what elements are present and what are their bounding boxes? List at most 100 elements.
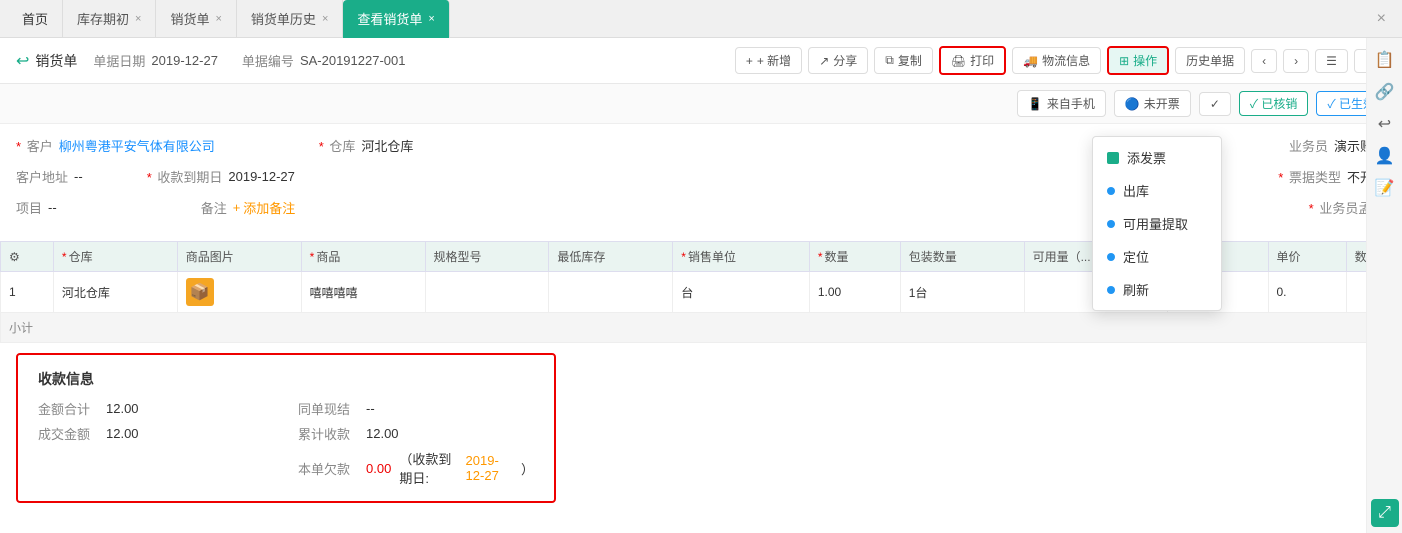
payment-due-value: 0.00 [366, 461, 391, 476]
payment-deal-row: 成交金额 12.00 [38, 424, 274, 443]
payment-date-value: 2019-12-27 [228, 169, 295, 184]
toolbar: + + 新增 ↗ 分享 ⧉ 复制 🖨 打印 🚚 物流信息 ⊞ 操作 [735, 46, 1386, 75]
refresh-label: 刷新 [1123, 280, 1149, 299]
not-open-label: 未开票 [1144, 95, 1180, 112]
available-qty-icon [1107, 220, 1115, 228]
history-label: 历史单据 [1186, 52, 1234, 69]
sidebar-icon-5[interactable]: 📝 [1371, 174, 1399, 202]
outbound-label: 出库 [1123, 181, 1149, 200]
copy-icon: ⧉ [885, 53, 894, 68]
col-settings: ⚙ [1, 242, 54, 272]
sidebar-icon-3[interactable]: ↩ [1371, 110, 1399, 138]
dropdown-available-qty[interactable]: 可用量提取 [1093, 207, 1221, 240]
subtotal-row: 小计 [1, 313, 1402, 343]
verified-label: 已核销 [1261, 97, 1297, 111]
tab-sales-history-label: 销货单历史 [251, 9, 316, 28]
sub-toolbar: 📱 来自手机 🔵 未开票 ✓ ✓ 已核销 ✓ 已生效 [0, 84, 1402, 124]
check-icon: ✓ [1210, 97, 1220, 111]
print-button[interactable]: 🖨 打印 [939, 46, 1006, 75]
dropdown-refresh[interactable]: 刷新 [1093, 273, 1221, 306]
row-img: 📦 [177, 272, 301, 313]
col-price: 单价 [1268, 242, 1346, 272]
col-spec: 规格型号 [425, 242, 549, 272]
doc-date-field: 单据日期 2019-12-27 [93, 51, 218, 70]
tab-sales-close[interactable]: × [215, 13, 221, 25]
tab-home[interactable]: 首页 [8, 0, 63, 38]
prev-button[interactable]: ‹ [1251, 49, 1277, 73]
not-open-button[interactable]: 🔵 未开票 [1114, 90, 1191, 117]
staff2-label: * 业务员孟 [1309, 198, 1372, 217]
tab-view-sales[interactable]: 查看销货单 × [343, 0, 449, 38]
ops-button[interactable]: ⊞ 操作 [1107, 46, 1169, 75]
fullscreen-button[interactable]: ⤢ [1371, 499, 1399, 527]
payment-due-label: 本单欠款 [298, 459, 358, 478]
from-phone-button[interactable]: 📱 来自手机 [1017, 90, 1106, 117]
main-area: ↩ 销货单 单据日期 2019-12-27 单据编号 SA-20191227-0… [0, 38, 1402, 533]
payment-due-date: 2019-12-27 [466, 453, 513, 483]
share-button[interactable]: ↗ 分享 [808, 47, 868, 74]
add-button[interactable]: + + 新增 [735, 47, 802, 74]
tab-bar: 首页 库存期初 × 销货单 × 销货单历史 × 查看销货单 × × [0, 0, 1402, 38]
payment-deal-value: 12.00 [106, 426, 139, 441]
col-min-stock: 最低库存 [549, 242, 673, 272]
doc-title: ↩ 销货单 [16, 51, 77, 71]
verified-badge: ✓ 已核销 [1239, 91, 1309, 116]
col-pkg: 包装数量 [900, 242, 1024, 272]
sidebar-icon-2[interactable]: 🔗 [1371, 78, 1399, 106]
logistics-button[interactable]: 🚚 物流信息 [1012, 47, 1101, 74]
sales-order-icon: ↩ [16, 51, 29, 71]
history-button[interactable]: 历史单据 [1175, 47, 1245, 74]
tab-home-label: 首页 [22, 9, 48, 28]
tab-sales-history-close[interactable]: × [322, 13, 328, 25]
payment-due-row: 本单欠款 0.00 （收款到期日: 2019-12-27 ） [298, 449, 534, 487]
dropdown-locate[interactable]: 定位 [1093, 240, 1221, 273]
payment-info-box: 收款信息 金额合计 12.00 同单现结 -- 成交金额 12.00 累计收款 … [16, 353, 556, 503]
dropdown-outbound[interactable]: 出库 [1093, 174, 1221, 207]
add-label: + 新增 [757, 52, 791, 69]
layout-list-button[interactable]: ☰ [1315, 49, 1348, 73]
tab-inventory-label: 库存期初 [77, 9, 129, 28]
project-label: 项目 [16, 198, 42, 217]
product-image: 📦 [186, 278, 214, 306]
payment-grid: 金额合计 12.00 同单现结 -- 成交金额 12.00 累计收款 12.00… [38, 399, 534, 487]
tab-view-sales-close[interactable]: × [428, 13, 434, 25]
next-button[interactable]: › [1283, 49, 1309, 73]
add-note-icon: + [233, 200, 241, 215]
tab-inventory[interactable]: 库存期初 × [63, 0, 156, 38]
ops-dropdown-menu: 添发票 出库 可用量提取 定位 刷新 [1092, 136, 1222, 311]
logistics-icon: 🚚 [1023, 54, 1038, 68]
customer-value[interactable]: 柳州粤港平安气体有限公司 [59, 136, 215, 155]
print-label: 打印 [970, 52, 994, 69]
row-min-stock [549, 272, 673, 313]
doc-date-label: 单据日期 [93, 51, 145, 70]
address-label: 客户地址 [16, 167, 68, 186]
add-icon: + [746, 54, 753, 68]
project-field: 项目 -- [16, 198, 57, 217]
subtotal-label: 小计 [1, 313, 1402, 343]
tab-sales[interactable]: 销货单 × [156, 0, 236, 38]
ticket-icon: 🔵 [1125, 97, 1140, 111]
check-button[interactable]: ✓ [1199, 92, 1231, 116]
tab-sales-history[interactable]: 销货单历史 × [237, 0, 343, 38]
payment-deal-label: 成交金额 [38, 424, 98, 443]
doc-title-text: 销货单 [35, 51, 77, 71]
outbound-icon [1107, 187, 1115, 195]
locate-label: 定位 [1123, 247, 1149, 266]
payment-total-row: 金额合计 12.00 [38, 399, 274, 418]
add-invoice-icon [1107, 152, 1119, 164]
payment-same-settle-value: -- [366, 401, 375, 416]
payment-due-note: （收款到期日: [399, 449, 457, 487]
sidebar-icon-4[interactable]: 👤 [1371, 142, 1399, 170]
add-note-button[interactable]: + 添加备注 [233, 198, 296, 217]
locate-icon [1107, 253, 1115, 261]
doc-no-field: 单据编号 SA-20191227-001 [242, 51, 406, 70]
tab-inventory-close[interactable]: × [135, 13, 141, 25]
row-qty: 1.00 [809, 272, 900, 313]
dropdown-add-invoice[interactable]: 添发票 [1093, 141, 1221, 174]
copy-button[interactable]: ⧉ 复制 [874, 47, 933, 74]
row-pkg: 1台 [900, 272, 1024, 313]
warehouse-field: * 仓库 河北仓库 [319, 136, 414, 155]
payment-total-value: 12.00 [106, 401, 139, 416]
window-close-button[interactable]: × [1369, 10, 1394, 28]
sidebar-icon-1[interactable]: 📋 [1371, 46, 1399, 74]
